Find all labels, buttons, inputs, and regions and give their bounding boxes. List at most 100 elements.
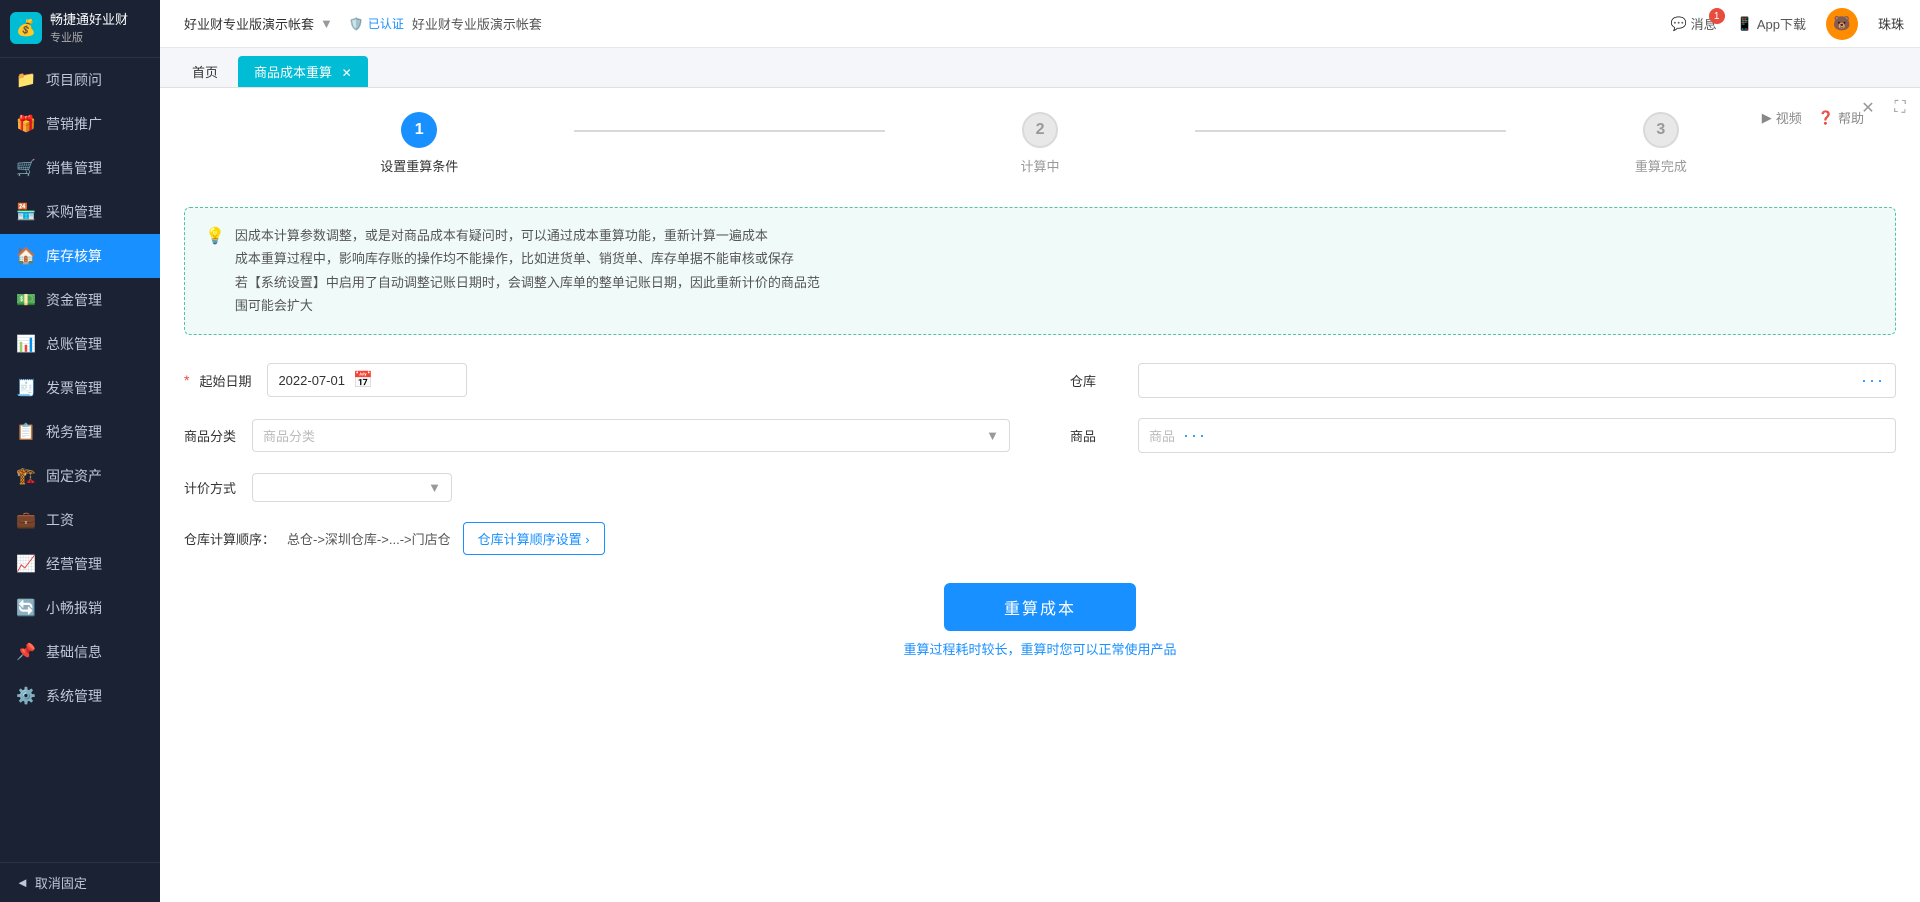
app-download-label: App下载 bbox=[1757, 14, 1806, 33]
app-download-button[interactable]: 📱 App下载 bbox=[1737, 14, 1806, 33]
sidebar-item-accounting[interactable]: 📊 总账管理 bbox=[0, 322, 160, 366]
category-select[interactable]: 商品分类 ▼ bbox=[252, 419, 1010, 452]
category-dropdown-icon: ▼ bbox=[986, 428, 999, 443]
recalc-area: 重算成本 重算过程耗时较长，重算时您可以正常使用产品 bbox=[184, 583, 1896, 658]
account-selector[interactable]: 好业财专业版演示帐套 ▼ bbox=[176, 10, 341, 37]
notice-line-2: 成本重算过程中，影响库存账的操作均不能操作，比如进货单、销货单、库存单据不能审核… bbox=[235, 247, 820, 270]
purchase-icon: 🏪 bbox=[16, 202, 36, 222]
avatar[interactable]: 🐻 bbox=[1826, 8, 1858, 40]
goods-field: 商品 商品 ··· bbox=[1070, 418, 1896, 453]
sidebar-logo: 💰 畅捷通好业财 专业版 bbox=[0, 0, 160, 58]
steps-container: 1 设置重算条件 2 计算中 3 重算完成 bbox=[184, 112, 1896, 175]
app-name: 畅捷通好业财 bbox=[50, 12, 128, 29]
sidebar-item-basic[interactable]: 📌 基础信息 bbox=[0, 630, 160, 674]
message-icon: 💬 bbox=[1670, 16, 1686, 32]
operation-icon: 📈 bbox=[16, 554, 36, 574]
step-3: 3 重算完成 bbox=[1506, 112, 1816, 175]
step-line-2 bbox=[1195, 130, 1505, 132]
pricing-dropdown-icon: ▼ bbox=[428, 480, 441, 495]
step-1-circle: 1 bbox=[401, 112, 437, 148]
fixed-assets-icon: 🏗️ bbox=[16, 466, 36, 486]
category-label: 商品分类 bbox=[184, 426, 244, 445]
main-area: 好业财专业版演示帐套 ▼ 🛡️ 已认证 好业财专业版演示帐套 💬 消息 1 📱 … bbox=[160, 0, 1920, 902]
sidebar-item-label: 工资 bbox=[46, 510, 74, 530]
notice-icon: 💡 bbox=[205, 226, 225, 318]
pricing-select[interactable]: ▼ bbox=[252, 473, 452, 502]
sidebar-item-project[interactable]: 📁 项目顾问 bbox=[0, 58, 160, 102]
salary-icon: 💼 bbox=[16, 510, 36, 530]
required-marker: * bbox=[184, 372, 189, 388]
verified-text: 已认证 bbox=[368, 15, 404, 32]
step-3-num: 3 bbox=[1656, 121, 1665, 139]
sidebar-item-invoice[interactable]: 🧾 发票管理 bbox=[0, 366, 160, 410]
sidebar-item-marketing[interactable]: 🎁 营销推广 bbox=[0, 102, 160, 146]
logo-icon: 💰 bbox=[10, 12, 42, 44]
calendar-icon[interactable]: 📅 bbox=[353, 370, 373, 390]
step-3-circle: 3 bbox=[1643, 112, 1679, 148]
warehouse-order-settings-button[interactable]: 仓库计算顺序设置 › bbox=[463, 522, 605, 555]
notice-line-4: 围可能会扩大 bbox=[235, 294, 820, 317]
sidebar-item-label: 销售管理 bbox=[46, 158, 102, 178]
step-2-circle: 2 bbox=[1022, 112, 1058, 148]
warehouse-order-value: 总仓->深圳仓库->...->门店仓 bbox=[287, 529, 451, 548]
sidebar-item-finance[interactable]: 💵 资金管理 bbox=[0, 278, 160, 322]
start-date-field: * 起始日期 2022-07-01 📅 bbox=[184, 363, 1010, 397]
step-line-1 bbox=[574, 130, 884, 132]
tab-home[interactable]: 首页 bbox=[176, 56, 234, 87]
recalc-button[interactable]: 重算成本 bbox=[944, 583, 1136, 631]
notice-box: 💡 因成本计算参数调整，或是对商品成本有疑问时，可以通过成本重算功能，重新计算一… bbox=[184, 207, 1896, 335]
sidebar-item-label: 营销推广 bbox=[46, 114, 102, 134]
sidebar-item-purchase[interactable]: 🏪 采购管理 bbox=[0, 190, 160, 234]
recalc-btn-label: 重算成本 bbox=[1004, 601, 1076, 618]
step-1-num: 1 bbox=[415, 121, 424, 139]
username[interactable]: 珠珠 bbox=[1878, 14, 1904, 33]
phone-icon: 📱 bbox=[1737, 16, 1753, 32]
goods-more-icon[interactable]: ··· bbox=[1183, 425, 1207, 446]
sidebar-item-fixed-assets[interactable]: 🏗️ 固定资产 bbox=[0, 454, 160, 498]
sidebar-item-inventory[interactable]: 🏠 库存核算 bbox=[0, 234, 160, 278]
warehouse-label: 仓库 bbox=[1070, 371, 1130, 390]
notice-line-1: 因成本计算参数调整，或是对商品成本有疑问时，可以通过成本重算功能，重新计算一遍成… bbox=[235, 224, 820, 247]
goods-input[interactable]: 商品 ··· bbox=[1138, 418, 1896, 453]
content-area: ✕ ⛶ ▶ 视频 ❓ 帮助 1 设置重算条件 bbox=[160, 88, 1920, 902]
shield-icon: 🛡️ bbox=[349, 17, 364, 31]
step-2-num: 2 bbox=[1036, 121, 1045, 139]
form-row-2: 商品分类 商品分类 ▼ 商品 商品 ··· bbox=[184, 418, 1896, 453]
sidebar-item-salary[interactable]: 💼 工资 bbox=[0, 498, 160, 542]
sidebar-item-label: 小畅报销 bbox=[46, 598, 102, 618]
verified-badge: 🛡️ 已认证 bbox=[349, 15, 404, 32]
topbar-right: 💬 消息 1 📱 App下载 🐻 珠珠 bbox=[1670, 8, 1904, 40]
tab-recalc[interactable]: 商品成本重算 ✕ bbox=[238, 56, 368, 87]
invoice-icon: 🧾 bbox=[16, 378, 36, 398]
finance-icon: 💵 bbox=[16, 290, 36, 310]
inventory-icon: 🏠 bbox=[16, 246, 36, 266]
goods-label: 商品 bbox=[1070, 426, 1130, 445]
sidebar-item-sales[interactable]: 🛒 销售管理 bbox=[0, 146, 160, 190]
step-3-label: 重算完成 bbox=[1635, 156, 1687, 175]
system-icon: ⚙️ bbox=[16, 686, 36, 706]
message-button[interactable]: 💬 消息 1 bbox=[1670, 14, 1716, 33]
form-row-1: * 起始日期 2022-07-01 📅 仓库 ··· bbox=[184, 363, 1896, 398]
sidebar-item-operation[interactable]: 📈 经营管理 bbox=[0, 542, 160, 586]
sidebar-nav: 📁 项目顾问 🎁 营销推广 🛒 销售管理 🏪 采购管理 🏠 库存核算 💵 资金管… bbox=[0, 58, 160, 862]
warehouse-input[interactable]: ··· bbox=[1138, 363, 1896, 398]
warehouse-order-row: 仓库计算顺序： 总仓->深圳仓库->...->门店仓 仓库计算顺序设置 › bbox=[184, 522, 1896, 555]
notice-content: 因成本计算参数调整，或是对商品成本有疑问时，可以通过成本重算功能，重新计算一遍成… bbox=[235, 224, 820, 318]
account-display-name: 好业财专业版演示帐套 bbox=[412, 14, 542, 33]
start-date-input[interactable]: 2022-07-01 📅 bbox=[267, 363, 467, 397]
tabbar: 首页 商品成本重算 ✕ bbox=[160, 48, 1920, 88]
sidebar-item-label: 税务管理 bbox=[46, 422, 102, 442]
sidebar-item-tax[interactable]: 📋 税务管理 bbox=[0, 410, 160, 454]
tab-close-icon[interactable]: ✕ bbox=[342, 66, 352, 80]
sidebar-item-expense[interactable]: 🔄 小畅报销 bbox=[0, 586, 160, 630]
warehouse-more-icon[interactable]: ··· bbox=[1861, 370, 1885, 391]
sidebar-item-label: 固定资产 bbox=[46, 466, 102, 486]
topbar: 好业财专业版演示帐套 ▼ 🛡️ 已认证 好业财专业版演示帐套 💬 消息 1 📱 … bbox=[160, 0, 1920, 48]
sidebar-unpin-button[interactable]: ◄ 取消固定 bbox=[0, 862, 160, 902]
recalc-hint: 重算过程耗时较长，重算时您可以正常使用产品 bbox=[903, 639, 1176, 658]
tab-recalc-label: 商品成本重算 bbox=[254, 65, 332, 80]
step-1-label: 设置重算条件 bbox=[380, 156, 458, 175]
sidebar-item-system[interactable]: ⚙️ 系统管理 bbox=[0, 674, 160, 718]
warehouse-order-label: 仓库计算顺序： bbox=[184, 529, 275, 548]
tab-home-label: 首页 bbox=[192, 65, 218, 80]
